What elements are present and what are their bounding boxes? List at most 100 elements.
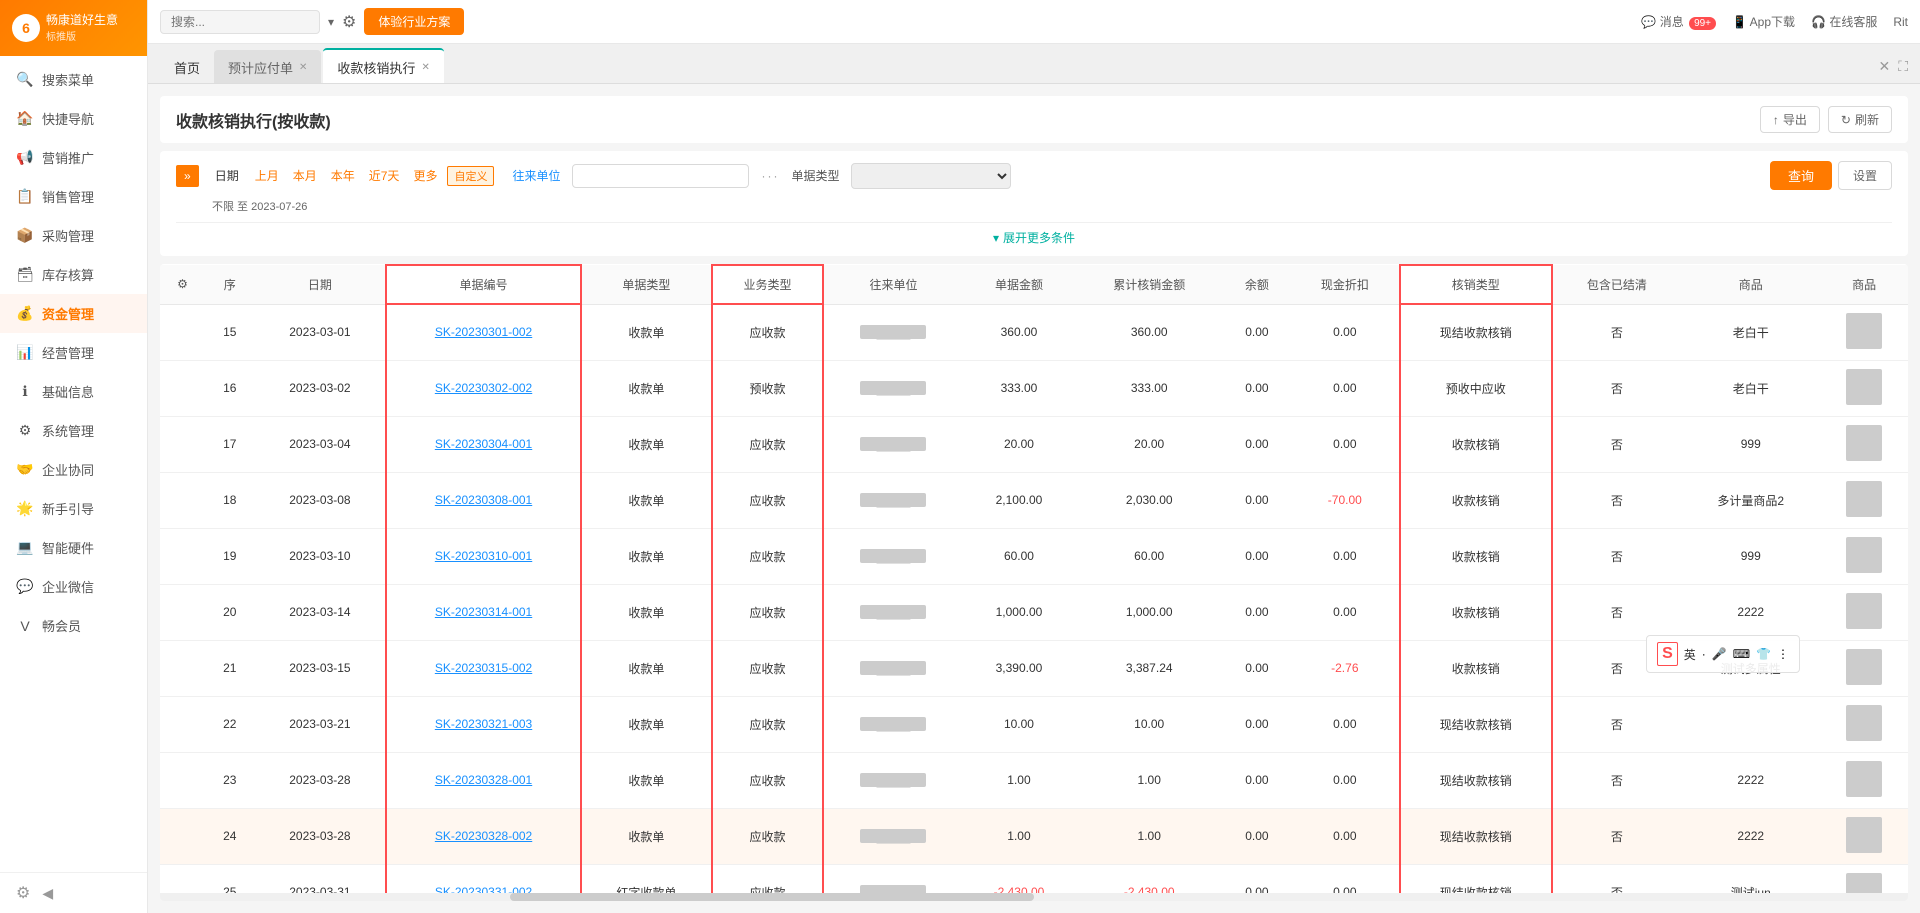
- table-row: 18 2023-03-08 SK-20230308-001 收款单 应收款 ██…: [160, 472, 1908, 528]
- col-goods-cell: 测试jun: [1681, 864, 1820, 893]
- date-opt-this-month[interactable]: 本月: [289, 165, 321, 186]
- expand-more-conditions[interactable]: ▾ 展开更多条件: [176, 222, 1892, 246]
- industry-solution-button[interactable]: 体验行业方案: [364, 8, 464, 35]
- toolbar-more-icon[interactable]: ⋮: [1777, 647, 1789, 661]
- user-name[interactable]: Rit: [1893, 15, 1908, 29]
- doc-no-link[interactable]: SK-20230302-002: [435, 381, 532, 395]
- toolbar-mic-icon[interactable]: 🎤: [1712, 647, 1727, 661]
- collapse-icon[interactable]: ◀: [42, 885, 53, 902]
- sidebar-item-sales[interactable]: 📋销售管理: [0, 177, 147, 216]
- sidebar-item-vip[interactable]: V畅会员: [0, 606, 147, 645]
- doc-no-link[interactable]: SK-20230308-001: [435, 493, 532, 507]
- doc-no-link[interactable]: SK-20230331-002: [435, 885, 532, 893]
- floating-toolbar[interactable]: S 英 · 🎤 ⌨ 👕 ⋮: [1646, 635, 1800, 673]
- doc-no-link[interactable]: SK-20230310-001: [435, 549, 532, 563]
- doc-no-link[interactable]: SK-20230304-001: [435, 437, 532, 451]
- tab-home[interactable]: 首页: [160, 50, 214, 83]
- toolbar-keyboard-icon[interactable]: ⌨: [1733, 647, 1750, 661]
- doc-no-link[interactable]: SK-20230314-001: [435, 605, 532, 619]
- toolbar-shirt-icon[interactable]: 👕: [1756, 647, 1771, 661]
- sidebar-item-basic[interactable]: ℹ基础信息: [0, 372, 147, 411]
- sidebar-item-marketing[interactable]: 📢营销推广: [0, 138, 147, 177]
- col-cashdiscount-cell: 0.00: [1291, 528, 1400, 584]
- sidebar-item-cooperation[interactable]: 🤝企业协同: [0, 450, 147, 489]
- doc-type-select[interactable]: [851, 163, 1011, 189]
- date-opt-this-year[interactable]: 本年: [327, 165, 359, 186]
- col-partner-cell: ████: [823, 304, 963, 360]
- date-opt-last-month[interactable]: 上月: [251, 165, 283, 186]
- doc-type-label: 单据类型: [791, 167, 839, 184]
- col-docno-cell: SK-20230310-001: [386, 528, 580, 584]
- purchase-label: 采购管理: [42, 226, 94, 245]
- sidebar-item-guide[interactable]: 🌟新手引导: [0, 489, 147, 528]
- col-includesettled-cell: 否: [1552, 528, 1682, 584]
- sidebar-item-operations[interactable]: 📊经营管理: [0, 333, 147, 372]
- messages-section[interactable]: 💬 消息 99+: [1641, 13, 1716, 30]
- tab-pending-payment[interactable]: 预计应付单 ✕: [214, 50, 321, 83]
- col-docno-cell: SK-20230315-002: [386, 640, 580, 696]
- query-button[interactable]: 查询: [1770, 161, 1832, 190]
- col-docno-cell: SK-20230331-002: [386, 864, 580, 893]
- col-no-cell: 19: [205, 528, 254, 584]
- app-download-link[interactable]: 📱 App下载: [1732, 13, 1795, 30]
- phone-icon: 📱: [1732, 15, 1747, 29]
- doc-no-link[interactable]: SK-20230315-002: [435, 661, 532, 675]
- sales-icon: 📋: [16, 188, 34, 205]
- col-doctype-cell: 红字收款单: [581, 864, 712, 893]
- doc-no-link[interactable]: SK-20230321-003: [435, 717, 532, 731]
- col-writeofftype-cell: 现结收款核销: [1400, 752, 1552, 808]
- toolbar-text-icon[interactable]: 英: [1684, 646, 1696, 663]
- horizontal-scrollbar[interactable]: [160, 893, 1908, 901]
- hardware-icon: 💻: [16, 539, 34, 556]
- guide-label: 新手引导: [42, 499, 94, 518]
- online-service-link[interactable]: 🎧 在线客服: [1811, 13, 1877, 30]
- col-partner-cell: ████: [823, 416, 963, 472]
- filter-expand-button[interactable]: »: [176, 165, 199, 187]
- col-settings-header[interactable]: ⚙: [160, 265, 205, 304]
- col-no-cell: 21: [205, 640, 254, 696]
- filter-settings-button[interactable]: 设置: [1838, 161, 1892, 190]
- tab-receipt-writeoff[interactable]: 收款核销执行 ✕: [323, 48, 443, 83]
- scrollbar-thumb: [510, 893, 1034, 901]
- partner-input[interactable]: [572, 164, 749, 188]
- sidebar-item-system[interactable]: ⚙系统管理: [0, 411, 147, 450]
- sidebar-item-hardware[interactable]: 💻智能硬件: [0, 528, 147, 567]
- sidebar-item-inventory[interactable]: 🗃库存核算: [0, 255, 147, 294]
- sidebar-item-purchase[interactable]: 📦采购管理: [0, 216, 147, 255]
- sidebar-item-wechat[interactable]: 💬企业微信: [0, 567, 147, 606]
- topbar-gear-icon[interactable]: ⚙: [342, 12, 356, 32]
- tab-receipt-writeoff-close-icon[interactable]: ✕: [421, 62, 429, 73]
- col-balance-cell: 0.00: [1223, 472, 1290, 528]
- col-doctype-cell: 收款单: [581, 472, 712, 528]
- refresh-button[interactable]: ↻ 刷新: [1828, 106, 1892, 133]
- maximize-icon[interactable]: ⛶: [1898, 58, 1908, 75]
- data-table: ⚙ 序 日期 单据编号 单据类型 业务类型 往来单位 单据金额 累计核销金额 余…: [160, 264, 1908, 893]
- export-button[interactable]: ↑ 导出: [1760, 106, 1820, 133]
- date-opt-more[interactable]: 更多: [409, 165, 441, 186]
- table-scroll[interactable]: ⚙ 序 日期 单据编号 单据类型 业务类型 往来单位 单据金额 累计核销金额 余…: [160, 264, 1908, 893]
- inventory-icon: 🗃: [16, 266, 34, 283]
- search-input[interactable]: [160, 10, 320, 34]
- doc-no-link[interactable]: SK-20230328-001: [435, 773, 532, 787]
- doc-no-link[interactable]: SK-20230328-002: [435, 829, 532, 843]
- col-settings-cell: [160, 416, 205, 472]
- settings-icon[interactable]: ⚙: [16, 883, 30, 903]
- table-row: 25 2023-03-31 SK-20230331-002 红字收款单 应收款 …: [160, 864, 1908, 893]
- date-custom-tag[interactable]: 自定义: [447, 166, 494, 186]
- col-doctype-cell: 收款单: [581, 584, 712, 640]
- col-totalwriteoff-cell: -2,430.00: [1075, 864, 1223, 893]
- col-totalwriteoff-cell: 1.00: [1075, 808, 1223, 864]
- filter-dots: ···: [761, 169, 779, 183]
- sidebar-item-quick-nav[interactable]: 🏠快捷导航: [0, 99, 147, 138]
- close-tab-icon[interactable]: ✕: [1878, 58, 1890, 75]
- sidebar-item-finance[interactable]: 💰资金管理: [0, 294, 147, 333]
- date-opt-7days[interactable]: 近7天: [365, 165, 404, 186]
- col-biztype-header: 业务类型: [712, 265, 823, 304]
- tab-receipt-writeoff-label: 收款核销执行: [337, 58, 415, 77]
- topbar-dropdown[interactable]: ▾: [328, 15, 334, 29]
- tab-close-icon[interactable]: ✕: [299, 62, 307, 73]
- doc-no-link[interactable]: SK-20230301-002: [435, 325, 532, 339]
- col-cashdiscount-cell: 0.00: [1291, 808, 1400, 864]
- date-range-display: 不限 至 2023-07-26: [212, 198, 1892, 214]
- sidebar-item-search-menu[interactable]: 🔍搜索菜单: [0, 60, 147, 99]
